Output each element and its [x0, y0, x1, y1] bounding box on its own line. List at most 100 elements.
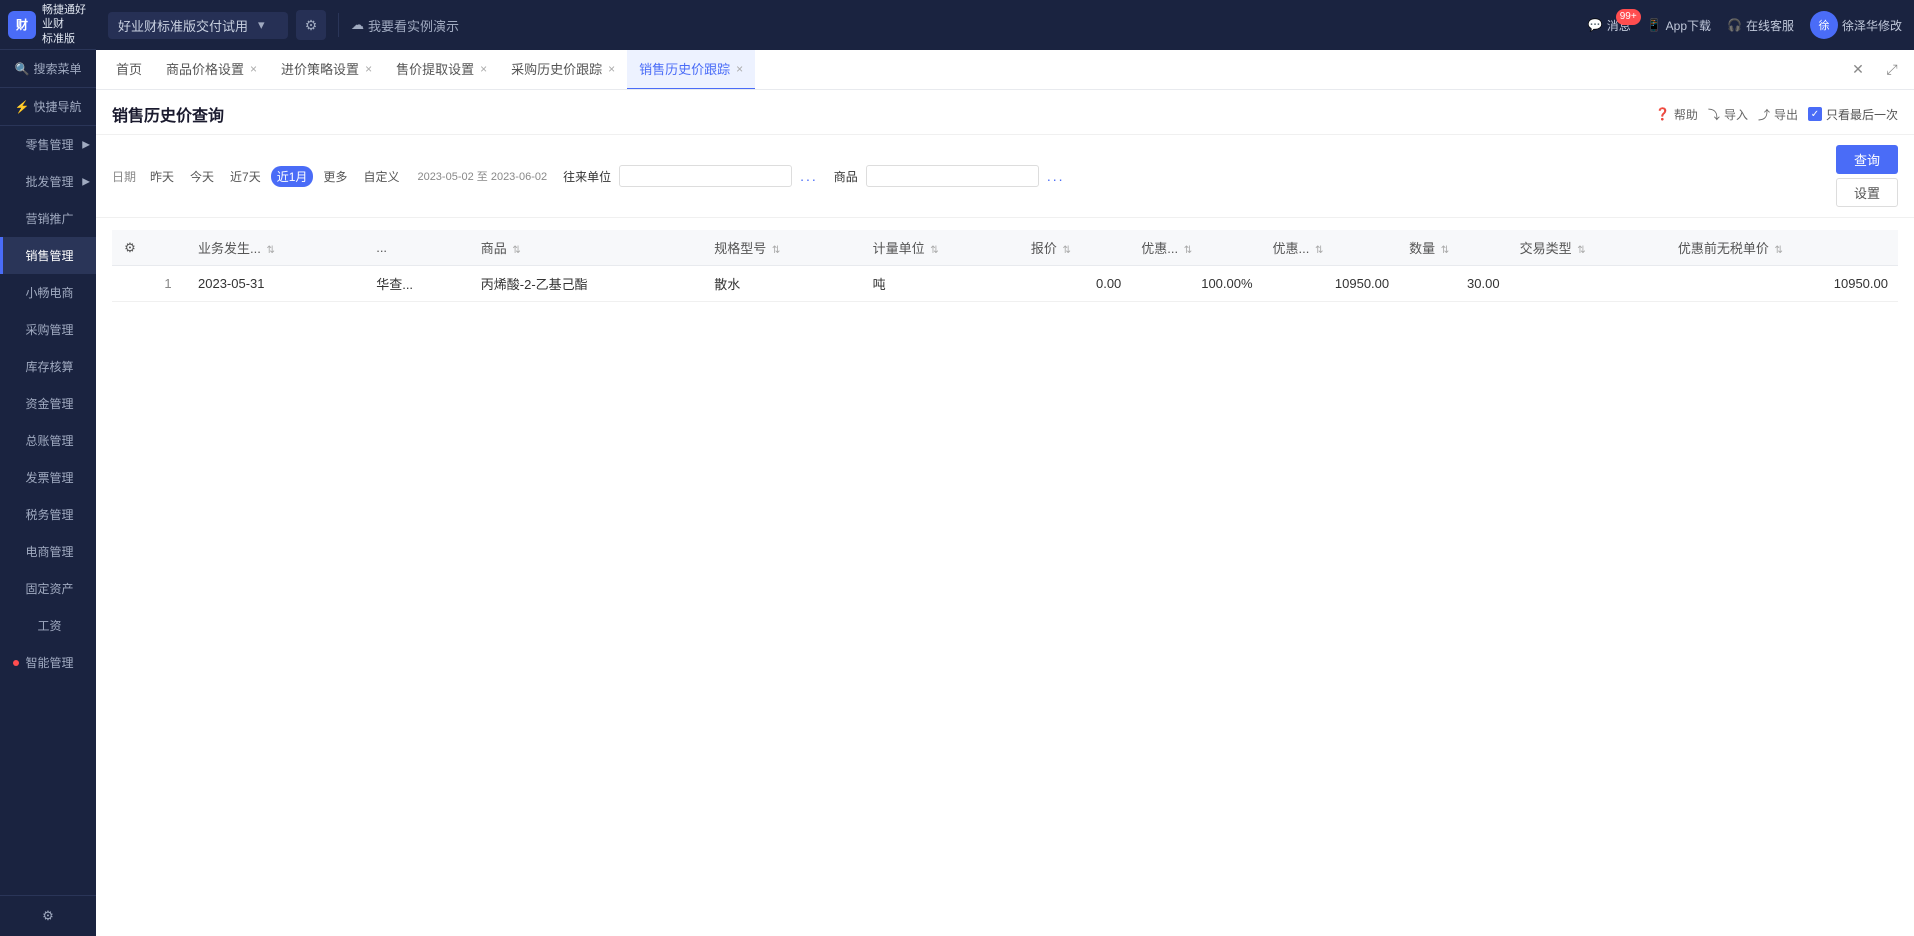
date-option-5[interactable]: 自定义	[357, 166, 405, 187]
settings-btn[interactable]: 设置	[1836, 178, 1898, 207]
product-more-btn[interactable]: ...	[1047, 168, 1065, 184]
col-pre_tax_price[interactable]: 优惠前无税单价 ⇅	[1668, 230, 1898, 266]
headset-icon: 🎧	[1727, 18, 1742, 32]
sidebar-item-marketing[interactable]: 营销推广	[0, 200, 96, 237]
table-header-row: ⚙业务发生... ⇅...商品 ⇅规格型号 ⇅计量单位 ⇅报价 ⇅优惠... ⇅…	[112, 230, 1898, 266]
sidebar-item-invoice[interactable]: 发票管理	[0, 459, 96, 496]
checkbox-checked-icon: ✓	[1808, 107, 1822, 121]
tab-purchase-history[interactable]: 采购历史价跟踪×	[499, 50, 627, 90]
sidebar-item-label-smart: 智能管理	[25, 654, 73, 671]
tab-home[interactable]: 首页	[104, 50, 154, 90]
col-quantity[interactable]: 数量 ⇅	[1399, 230, 1509, 266]
message-btn[interactable]: 💬 消息 99+	[1588, 17, 1631, 34]
cell-num: 1	[148, 266, 188, 302]
tab-close-sale-price[interactable]: ×	[480, 62, 487, 76]
sort-icon: ⇅	[1577, 245, 1585, 256]
date-options: 昨天今天近7天近1月更多自定义	[144, 166, 405, 187]
sidebar-item-assets[interactable]: 固定资产	[0, 570, 96, 607]
close-tab-btn[interactable]: ✕	[1844, 56, 1872, 84]
filter-action-btns: 查询 设置	[1836, 145, 1898, 207]
tab-selector[interactable]: 好业财标准版交付试用 ▾	[108, 12, 288, 39]
logo-text: 畅捷通好业财 标准版	[42, 3, 88, 46]
cloud-icon: ☁	[351, 17, 364, 33]
col-trade_type[interactable]: 交易类型 ⇅	[1510, 230, 1668, 266]
cell-extra: 华查...	[366, 266, 471, 302]
date-option-4[interactable]: 更多	[317, 166, 353, 187]
tab-label-sale-price: 售价提取设置	[396, 59, 474, 78]
sidebar-item-inventory[interactable]: 库存核算	[0, 348, 96, 385]
app-download-btn[interactable]: 📱 App下载	[1647, 17, 1711, 34]
online-service-btn[interactable]: 🎧 在线客服	[1727, 17, 1794, 34]
date-option-2[interactable]: 近7天	[224, 166, 267, 187]
user-menu-btn[interactable]: 徐 徐泽华修改	[1810, 11, 1902, 39]
sidebar-item-capital[interactable]: 资金管理	[0, 385, 96, 422]
cell-biz-date: 2023-05-31	[188, 266, 366, 302]
tab-close-purchase-history[interactable]: ×	[608, 62, 615, 76]
sidebar-settings-btn[interactable]: ⚙	[0, 895, 96, 936]
cell-pre-tax-price: 10950.00	[1668, 266, 1898, 302]
search-icon: 🔍	[15, 62, 30, 76]
sidebar-item-label-marketing: 营销推广	[25, 210, 73, 227]
sort-icon: ⇅	[1062, 245, 1070, 256]
sidebar-item-smart[interactable]: 智能管理	[0, 644, 96, 681]
sidebar: 财 畅捷通好业财 标准版 🔍 搜索菜单 ⚡ 快捷导航 零售管理▶ 批发管理 ▶ 营销推…	[0, 0, 96, 936]
sidebar-item-tax[interactable]: 税务管理	[0, 496, 96, 533]
shortcut-icon: ⚡	[15, 100, 30, 114]
topbar-settings-btn[interactable]: ⚙	[296, 10, 326, 40]
tabs-list: 首页商品价格设置×进价策略设置×售价提取设置×采购历史价跟踪×销售历史价跟踪×	[104, 50, 755, 89]
sidebar-item-label-invoice: 发票管理	[25, 469, 73, 486]
table-wrap: ⚙业务发生... ⇅...商品 ⇅规格型号 ⇅计量单位 ⇅报价 ⇅优惠... ⇅…	[96, 218, 1914, 936]
sidebar-item-label-wholesale: 批发管理	[25, 173, 73, 190]
query-btn[interactable]: 查询	[1836, 145, 1898, 174]
tab-purchase-strategy[interactable]: 进价策略设置×	[269, 50, 384, 90]
sidebar-item-ecommerce[interactable]: 电商管理	[0, 533, 96, 570]
tab-sale-price[interactable]: 售价提取设置 ×	[384, 50, 499, 90]
source-unit-input[interactable]	[619, 165, 792, 187]
col-unit[interactable]: 计量单位 ⇅	[863, 230, 1021, 266]
col-product[interactable]: 商品 ⇅	[471, 230, 705, 266]
sidebar-item-wholesale[interactable]: 批发管理 ▶	[0, 163, 96, 200]
topbar-demo-btn[interactable]: ☁ 我要看实例演示	[351, 16, 459, 35]
sidebar-search-menu[interactable]: 🔍 搜索菜单	[0, 50, 96, 88]
sort-icon: ⇅	[772, 245, 780, 256]
main-area: 好业财标准版交付试用 ▾ ⚙ ☁ 我要看实例演示 💬 消息 99+ 📱 App下…	[96, 0, 1914, 936]
col-spec[interactable]: 规格型号 ⇅	[704, 230, 862, 266]
table-body: 1 2023-05-31 华查... 丙烯酸-2-乙基己酯 散水 吨 0.00 …	[112, 266, 1898, 302]
sidebar-item-retail[interactable]: 零售管理▶	[0, 126, 96, 163]
date-option-1[interactable]: 今天	[184, 166, 220, 187]
sidebar-shortcut-nav[interactable]: ⚡ 快捷导航	[0, 88, 96, 126]
sidebar-item-salary[interactable]: 工资	[0, 607, 96, 644]
avatar: 徐	[1810, 11, 1838, 39]
sidebar-item-label-assets: 固定资产	[25, 580, 73, 597]
date-option-3[interactable]: 近1月	[271, 166, 314, 187]
tab-close-price-setting[interactable]: ×	[250, 62, 257, 76]
tab-sales-history[interactable]: 销售历史价跟踪×	[627, 50, 755, 90]
col-num	[148, 230, 188, 266]
product-input[interactable]	[866, 165, 1039, 187]
col-discount2[interactable]: 优惠... ⇅	[1263, 230, 1400, 266]
col-biz_date[interactable]: 业务发生... ⇅	[188, 230, 366, 266]
sidebar-item-ledger[interactable]: 总账管理	[0, 422, 96, 459]
sidebar-item-sales[interactable]: 销售管理	[0, 237, 96, 274]
export-icon: ⤴	[1758, 106, 1770, 123]
import-btn[interactable]: ⤵ 导入	[1708, 106, 1748, 123]
table-row[interactable]: 1 2023-05-31 华查... 丙烯酸-2-乙基己酯 散水 吨 0.00 …	[112, 266, 1898, 302]
date-option-0[interactable]: 昨天	[144, 166, 180, 187]
sidebar-item-xiaochang[interactable]: 小畅电商	[0, 274, 96, 311]
sidebar-item-label-sales: 销售管理	[25, 247, 73, 264]
only-last-checkbox-label[interactable]: ✓ 只看最后一次	[1808, 106, 1898, 123]
help-btn[interactable]: ❓ 帮助	[1655, 106, 1698, 123]
tab-close-sales-history[interactable]: ×	[736, 62, 743, 76]
col-discount1[interactable]: 优惠... ⇅	[1131, 230, 1262, 266]
sidebar-item-label-inventory: 库存核算	[25, 358, 73, 375]
sidebar-item-purchase[interactable]: 采购管理	[0, 311, 96, 348]
tab-close-purchase-strategy[interactable]: ×	[365, 62, 372, 76]
topbar: 好业财标准版交付试用 ▾ ⚙ ☁ 我要看实例演示 💬 消息 99+ 📱 App下…	[96, 0, 1914, 50]
export-btn[interactable]: ⤴ 导出	[1758, 106, 1798, 123]
col-price[interactable]: 报价 ⇅	[1021, 230, 1131, 266]
logo-icon: 财	[8, 11, 36, 39]
source-unit-more-btn[interactable]: ...	[800, 168, 818, 184]
tab-price-setting[interactable]: 商品价格设置×	[154, 50, 269, 90]
maximize-tab-btn[interactable]: ⤢	[1878, 56, 1906, 84]
arrow-icon: ▶	[82, 176, 90, 187]
